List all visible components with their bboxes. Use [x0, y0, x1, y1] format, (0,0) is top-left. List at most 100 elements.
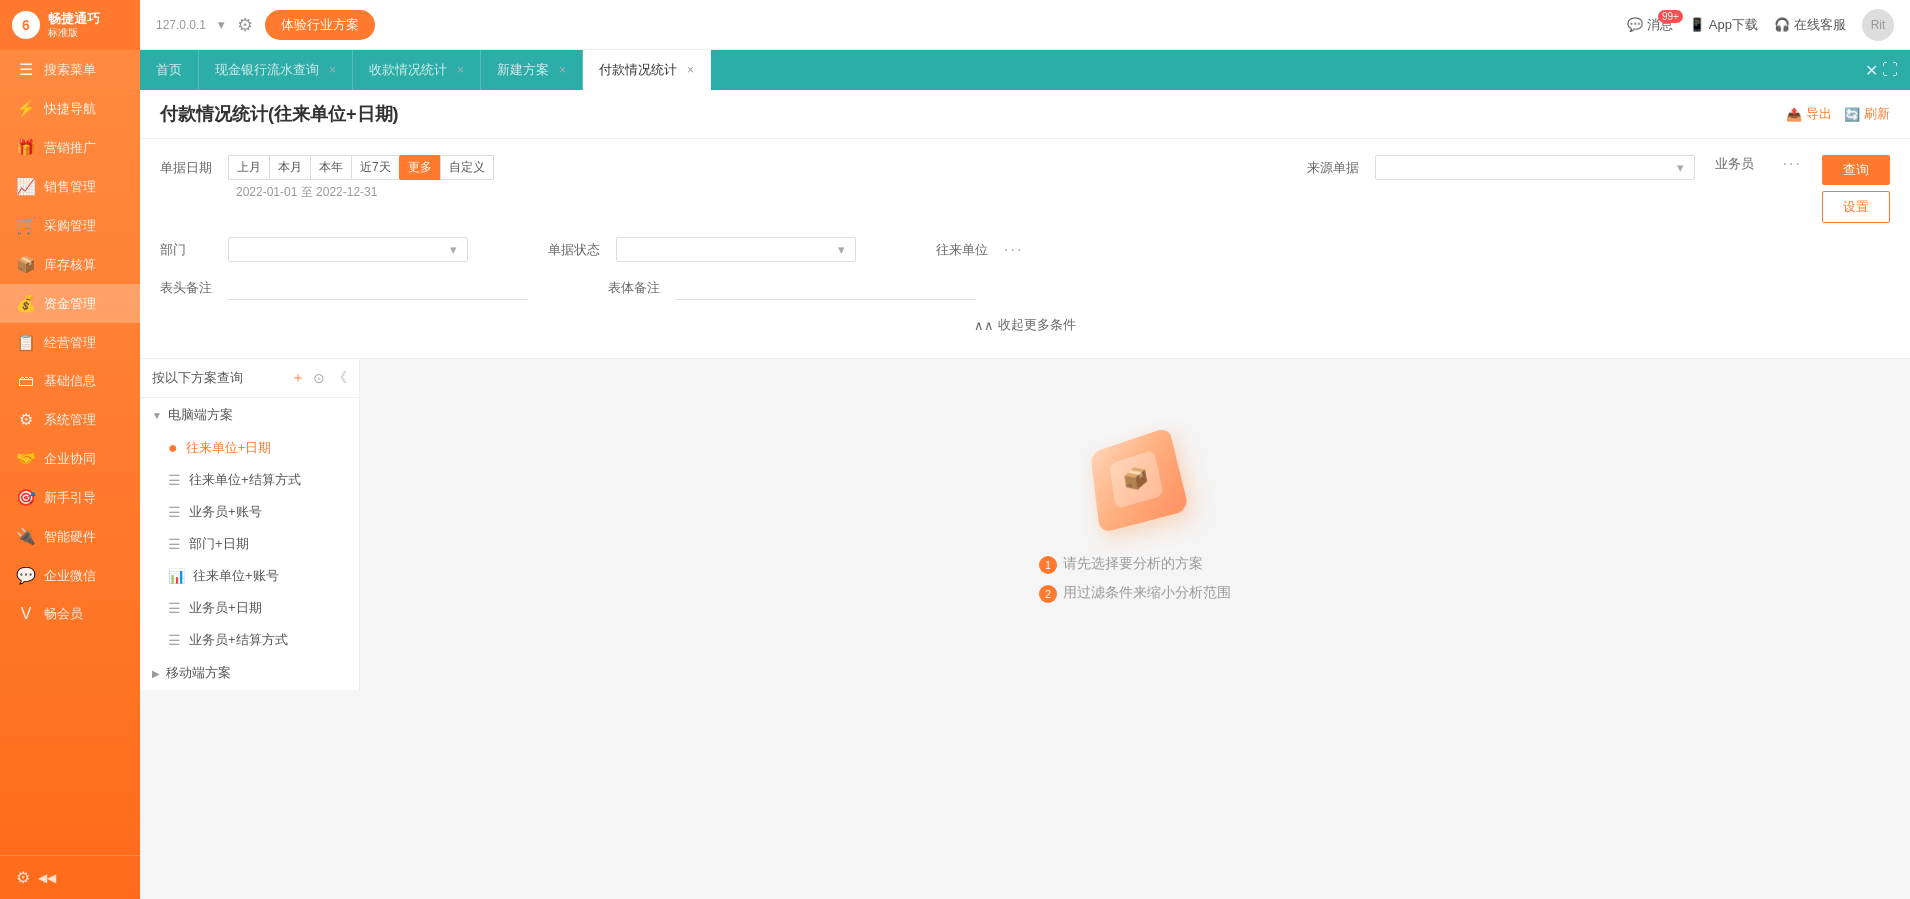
- sidebar-item-wechat[interactable]: 💬 企业微信: [0, 556, 140, 595]
- sidebar-item-finance[interactable]: 💰 资金管理: [0, 284, 140, 323]
- scheme-item-salesman-date[interactable]: ☰ 业务员+日期: [140, 592, 359, 624]
- tab-collection-stat[interactable]: 收款情况统计 ×: [353, 50, 481, 90]
- source-select[interactable]: ▾: [1375, 155, 1695, 180]
- header-note-input[interactable]: [228, 276, 528, 300]
- basic-info-icon: 🗃: [16, 372, 36, 390]
- tab-close-new-scheme[interactable]: ×: [559, 63, 566, 77]
- scheme-item-dept-date[interactable]: ☰ 部门+日期: [140, 528, 359, 560]
- collapse-btn[interactable]: ∧∧ 收起更多条件: [974, 316, 1076, 334]
- sidebar-item-purchase[interactable]: 🛒 采购管理: [0, 206, 140, 245]
- tab-expand-icon[interactable]: ⛶: [1882, 61, 1898, 79]
- hardware-icon: 🔌: [16, 527, 36, 546]
- sidebar-item-basic-info[interactable]: 🗃 基础信息: [0, 362, 140, 400]
- body-note-input[interactable]: [676, 276, 976, 300]
- app-download-btn[interactable]: 📱 App下载: [1689, 16, 1758, 34]
- tab-close-collection[interactable]: ×: [457, 63, 464, 77]
- scheme-collapse-icon[interactable]: 《: [333, 369, 347, 387]
- export-icon: 📤: [1786, 107, 1802, 122]
- app-name: 畅捷通巧: [48, 11, 100, 27]
- sidebar-item-enterprise[interactable]: 🤝 企业协同: [0, 439, 140, 478]
- scheme-group-mobile-header[interactable]: ▶ 移动端方案: [140, 656, 359, 690]
- scheme-item-counterpart-settle[interactable]: ☰ 往来单位+结算方式: [140, 464, 359, 496]
- header-note-label: 表头备注: [160, 279, 220, 297]
- scheme-settings-icon[interactable]: ⊙: [313, 370, 325, 386]
- tab-close-payment[interactable]: ×: [687, 63, 694, 77]
- tab-payment-stat[interactable]: 付款情况统计 ×: [583, 50, 711, 90]
- sidebar-settings-icon[interactable]: ⚙: [16, 868, 30, 887]
- query-btn[interactable]: 查询: [1822, 155, 1890, 185]
- finance-icon: 💰: [16, 294, 36, 313]
- scheme-panel-label: 按以下方案查询: [152, 369, 243, 387]
- sidebar-item-system[interactable]: ⚙ 系统管理: [0, 400, 140, 439]
- scheme-panel: 按以下方案查询 ＋ ⊙ 《 ▼ 电脑端方案 ● 往来单位+日期: [140, 359, 360, 690]
- scheme-add-icon[interactable]: ＋: [291, 369, 305, 387]
- sidebar-item-marketing[interactable]: 🎁 营销推广: [0, 128, 140, 167]
- sidebar-item-search-menu[interactable]: ☰ 搜索菜单: [0, 50, 140, 89]
- sidebar-item-quick-nav[interactable]: ⚡ 快捷导航: [0, 89, 140, 128]
- scheme-item-counterpart-account[interactable]: 📊 往来单位+账号: [140, 560, 359, 592]
- collapse-up-icon: ∧∧: [974, 318, 994, 333]
- tab-close-all-icon[interactable]: ✕: [1865, 61, 1878, 80]
- tab-home[interactable]: 首页: [140, 50, 199, 90]
- sidebar-item-hardware[interactable]: 🔌 智能硬件: [0, 517, 140, 556]
- sales-icon: 📈: [16, 177, 36, 196]
- mobile-group-arrow-icon: ▶: [152, 668, 160, 679]
- date-label: 单据日期: [160, 155, 220, 177]
- settings-btn[interactable]: 设置: [1822, 191, 1890, 223]
- inventory-icon: 📦: [16, 255, 36, 274]
- guide-icon: 🎯: [16, 488, 36, 507]
- sidebar-collapse-icon[interactable]: ◀◀: [38, 871, 56, 885]
- tab-new-scheme[interactable]: 新建方案 ×: [481, 50, 583, 90]
- purchase-icon: 🛒: [16, 216, 36, 235]
- scheme-icon-table4: ☰: [168, 600, 181, 616]
- online-service-btn[interactable]: 🎧 在线客服: [1774, 16, 1846, 34]
- refresh-btn[interactable]: 🔄 刷新: [1844, 105, 1890, 123]
- date-range-text: 2022-01-01 至 2022-12-31: [236, 184, 493, 201]
- sidebar-item-sales[interactable]: 📈 销售管理: [0, 167, 140, 206]
- topbar-settings-icon[interactable]: ⚙: [237, 14, 253, 36]
- trial-btn[interactable]: 体验行业方案: [265, 10, 375, 40]
- scheme-item-salesman-account[interactable]: ☰ 业务员+账号: [140, 496, 359, 528]
- tab-close-bank-flow[interactable]: ×: [329, 63, 336, 77]
- date-btn-this-year[interactable]: 本年: [310, 155, 352, 180]
- filter-bar: 单据日期 上月 本月 本年 近7天 更多 自定义 20: [140, 139, 1910, 359]
- date-btn-custom[interactable]: 自定义: [440, 155, 494, 180]
- user-avatar[interactable]: Rit: [1862, 9, 1894, 41]
- date-btn-this-month[interactable]: 本月: [269, 155, 311, 180]
- salesman-select[interactable]: ···: [1783, 155, 1802, 173]
- dept-label: 部门: [160, 241, 220, 259]
- scheme-group-mobile: ▶ 移动端方案: [140, 656, 359, 690]
- date-btn-last-month[interactable]: 上月: [228, 155, 270, 180]
- salesman-label: 业务员: [1715, 155, 1775, 173]
- quick-nav-icon: ⚡: [16, 99, 36, 118]
- scheme-item-active-icon: ●: [168, 439, 178, 457]
- topbar-dropdown-icon[interactable]: ▾: [218, 17, 225, 32]
- export-btn[interactable]: 📤 导出: [1786, 105, 1832, 123]
- date-btn-more[interactable]: 更多: [399, 155, 441, 180]
- date-btn-7days[interactable]: 近7天: [351, 155, 400, 180]
- sidebar: 6 畅捷通巧 标准版 ☰ 搜索菜单 ⚡ 快捷导航 🎁 营销推广 📈 销售管理 🛒…: [0, 0, 140, 899]
- scheme-icon-chart: 📊: [168, 568, 185, 584]
- system-icon: ⚙: [16, 410, 36, 429]
- results-area: 📦 1 请先选择要分析的方案 2 用过滤条件来缩小分析范围: [360, 359, 1910, 690]
- scheme-item-counterpart-date[interactable]: ● 往来单位+日期: [140, 432, 359, 464]
- enterprise-icon: 🤝: [16, 449, 36, 468]
- counterpart-select[interactable]: ···: [1004, 241, 1023, 259]
- page-header: 付款情况统计(往来单位+日期) 📤 导出 🔄 刷新: [140, 90, 1910, 139]
- sidebar-item-member[interactable]: V 畅会员: [0, 595, 140, 633]
- scheme-icon-table2: ☰: [168, 504, 181, 520]
- scheme-icon-table3: ☰: [168, 536, 181, 552]
- doc-status-select[interactable]: ▾: [616, 237, 856, 262]
- scheme-item-salesman-settle[interactable]: ☰ 业务员+结算方式: [140, 624, 359, 656]
- sidebar-nav: ☰ 搜索菜单 ⚡ 快捷导航 🎁 营销推广 📈 销售管理 🛒 采购管理 📦 库存核…: [0, 50, 140, 855]
- scheme-group-pc-header[interactable]: ▼ 电脑端方案: [140, 398, 359, 432]
- sidebar-item-guide[interactable]: 🎯 新手引导: [0, 478, 140, 517]
- sidebar-item-inventory[interactable]: 📦 库存核算: [0, 245, 140, 284]
- notifications-btn[interactable]: 💬 消息 99+: [1627, 16, 1673, 34]
- tab-bank-flow[interactable]: 现金银行流水查询 ×: [199, 50, 353, 90]
- sidebar-item-operations[interactable]: 📋 经营管理: [0, 323, 140, 362]
- scheme-icon-table5: ☰: [168, 632, 181, 648]
- dept-dropdown-icon: ▾: [450, 242, 457, 257]
- dept-select[interactable]: ▾: [228, 237, 468, 262]
- body-area: 按以下方案查询 ＋ ⊙ 《 ▼ 电脑端方案 ● 往来单位+日期: [140, 359, 1910, 690]
